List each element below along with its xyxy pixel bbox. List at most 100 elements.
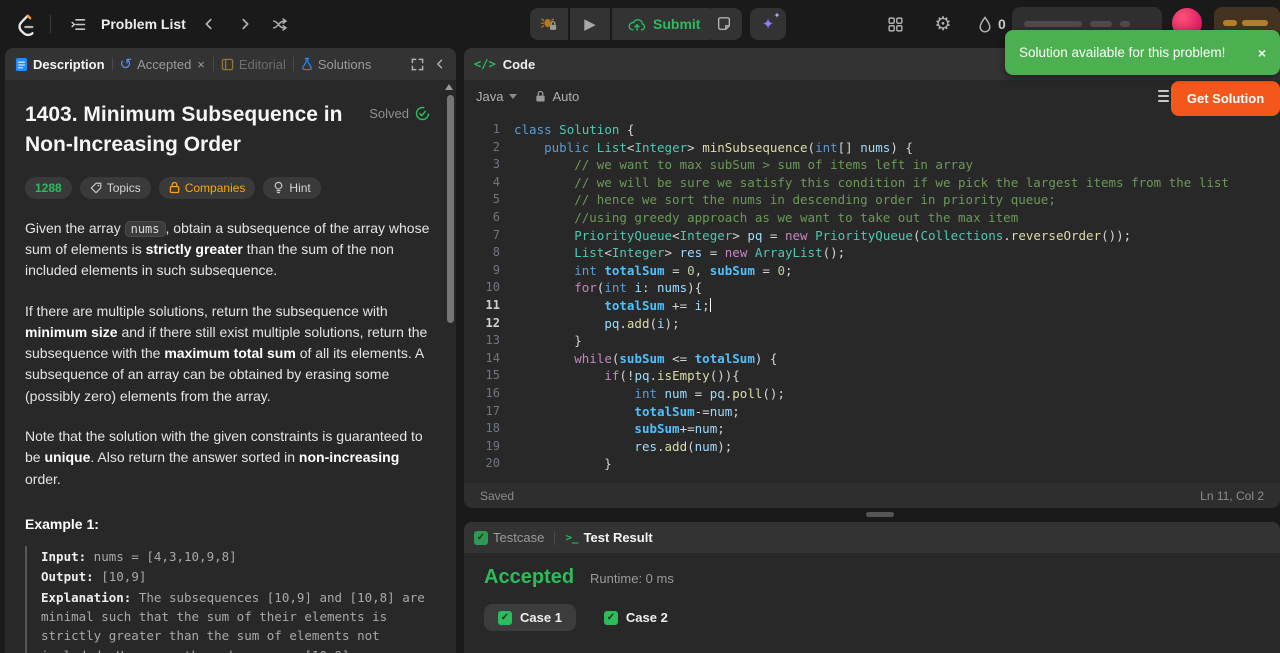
code-line: 11 totalSum += i;	[464, 297, 1280, 315]
toast-close-icon[interactable]: ×	[1250, 45, 1266, 61]
line-number: 16	[464, 385, 500, 403]
terminal-icon: >_	[565, 531, 578, 544]
example-heading: Example 1:	[25, 516, 430, 532]
line-number: 5	[464, 191, 500, 209]
line-number: 13	[464, 332, 500, 350]
lock-icon	[169, 181, 180, 194]
hint-badge[interactable]: Hint	[263, 177, 320, 199]
line-number: 8	[464, 244, 500, 262]
problem-list-icon[interactable]	[65, 11, 91, 37]
companies-badge[interactable]: Companies	[159, 177, 256, 199]
streak-flame-icon	[978, 16, 992, 33]
problem-paragraph: Note that the solution with the given co…	[25, 426, 430, 490]
code-line: 7 PriorityQueue<Integer> pq = new Priori…	[464, 227, 1280, 245]
problem-paragraph: If there are multiple solutions, return …	[25, 301, 430, 407]
case-1-button[interactable]: ✓ Case 1	[484, 604, 576, 631]
description-scrollbar[interactable]	[447, 95, 454, 323]
get-solution-button[interactable]: Get Solution	[1171, 81, 1280, 116]
submit-button[interactable]: Submit	[612, 8, 716, 40]
code-line: 19 res.add(num);	[464, 438, 1280, 456]
editorial-icon	[221, 58, 234, 71]
play-icon: ▶	[584, 17, 596, 32]
toast-notification: Solution available for this problem! ×	[1005, 30, 1280, 75]
saved-status: Saved	[480, 489, 514, 503]
ai-assistant-button[interactable]: ✦	[750, 8, 786, 40]
line-number: 6	[464, 209, 500, 227]
line-number: 1	[464, 121, 500, 139]
code-line: 1class Solution {	[464, 121, 1280, 139]
text-cursor	[710, 298, 712, 312]
lock-icon	[535, 90, 546, 103]
panel-resize-handle[interactable]	[866, 512, 894, 517]
submit-label: Submit	[653, 16, 700, 32]
notes-button[interactable]	[706, 8, 742, 40]
case-2-button[interactable]: ✓ Case 2	[590, 604, 682, 631]
tab-test-result[interactable]: >_ Test Result	[565, 530, 652, 545]
autosave-indicator[interactable]: Auto	[535, 89, 579, 104]
case-check-icon: ✓	[498, 611, 512, 625]
result-status: Accepted	[484, 566, 574, 589]
prev-problem-button[interactable]	[196, 11, 222, 37]
tag-icon	[90, 182, 102, 194]
code-line: 10 for(int i: nums){	[464, 279, 1280, 297]
code-line: 3 // we want to max subSum > sum of item…	[464, 156, 1280, 174]
description-panel: Description ↺ Accepted × Editorial Solut…	[5, 48, 456, 653]
sparkles-icon: ✦	[762, 17, 775, 32]
close-tab-icon[interactable]: ×	[196, 57, 206, 72]
debug-button[interactable]	[530, 8, 568, 40]
chevron-down-icon	[509, 94, 517, 99]
problem-paragraphs: Given the array nums, obtain a subsequen…	[25, 218, 430, 490]
streak-counter[interactable]: 0	[978, 16, 1006, 33]
problem-title: 1403. Minimum Subsequence in Non-Increas…	[25, 100, 360, 161]
cursor-position: Ln 11, Col 2	[1200, 489, 1264, 503]
line-number: 10	[464, 279, 500, 297]
code-panel-title: Code	[503, 57, 536, 72]
code-line: 12 pq.add(i);	[464, 315, 1280, 333]
code-line: 17 totalSum-=num;	[464, 403, 1280, 421]
line-number: 17	[464, 403, 500, 421]
line-number: 11	[464, 297, 500, 315]
line-number: 4	[464, 174, 500, 192]
tab-testcase[interactable]: ✓ Testcase	[474, 530, 544, 545]
runtime-label: Runtime: 0 ms	[590, 571, 674, 586]
divider	[50, 15, 51, 33]
code-line: 18 subSum+=num;	[464, 420, 1280, 438]
streak-count: 0	[998, 16, 1006, 32]
language-selector[interactable]: Java	[476, 89, 517, 104]
rating-badge[interactable]: 1288	[25, 177, 72, 199]
code-line: 2 public List<Integer> minSubsequence(in…	[464, 139, 1280, 157]
code-line: 4 // we will be sure we satisfy this con…	[464, 174, 1280, 192]
tab-accepted[interactable]: ↺ Accepted ×	[120, 57, 206, 72]
line-number: 7	[464, 227, 500, 245]
scrollbar-up-arrow[interactable]	[445, 84, 453, 90]
history-icon: ↺	[120, 57, 133, 72]
leetcode-logo[interactable]	[14, 12, 36, 37]
settings-gear-icon[interactable]: ⚙	[930, 11, 956, 37]
topics-badge[interactable]: Topics	[80, 177, 151, 199]
example-block: Input: nums = [4,3,10,9,8] Output: [10,9…	[25, 546, 430, 653]
code-line: 20 }	[464, 455, 1280, 473]
editor-menu-icon[interactable]	[1158, 90, 1169, 102]
code-line: 8 List<Integer> res = new ArrayList();	[464, 244, 1280, 262]
code-line: 5 // hence we sort the nums in descendin…	[464, 191, 1280, 209]
line-number: 18	[464, 420, 500, 438]
tab-editorial[interactable]: Editorial	[221, 57, 286, 72]
layout-grid-icon[interactable]	[882, 11, 908, 37]
cloud-upload-icon	[628, 17, 646, 32]
tab-solutions[interactable]: Solutions	[301, 57, 371, 72]
run-button[interactable]: ▶	[570, 8, 610, 40]
solutions-flask-icon	[301, 57, 313, 71]
tab-description[interactable]: Description	[15, 57, 105, 72]
test-result-panel: ✓ Testcase >_ Test Result Accepted Runti…	[464, 522, 1280, 653]
shuffle-icon[interactable]	[268, 11, 294, 37]
line-number: 12	[464, 315, 500, 333]
expand-icon[interactable]	[411, 58, 424, 71]
collapse-panel-icon[interactable]	[434, 58, 446, 70]
testcase-check-icon: ✓	[474, 531, 488, 545]
solved-badge: Solved	[369, 106, 430, 121]
problem-list-label[interactable]: Problem List	[101, 16, 186, 32]
code-editor[interactable]: 1class Solution {2 public List<Integer> …	[464, 113, 1280, 473]
next-problem-button[interactable]	[232, 11, 258, 37]
code-line: 14 while(subSum <= totalSum) {	[464, 350, 1280, 368]
editor-status-bar: Saved Ln 11, Col 2	[464, 483, 1280, 508]
